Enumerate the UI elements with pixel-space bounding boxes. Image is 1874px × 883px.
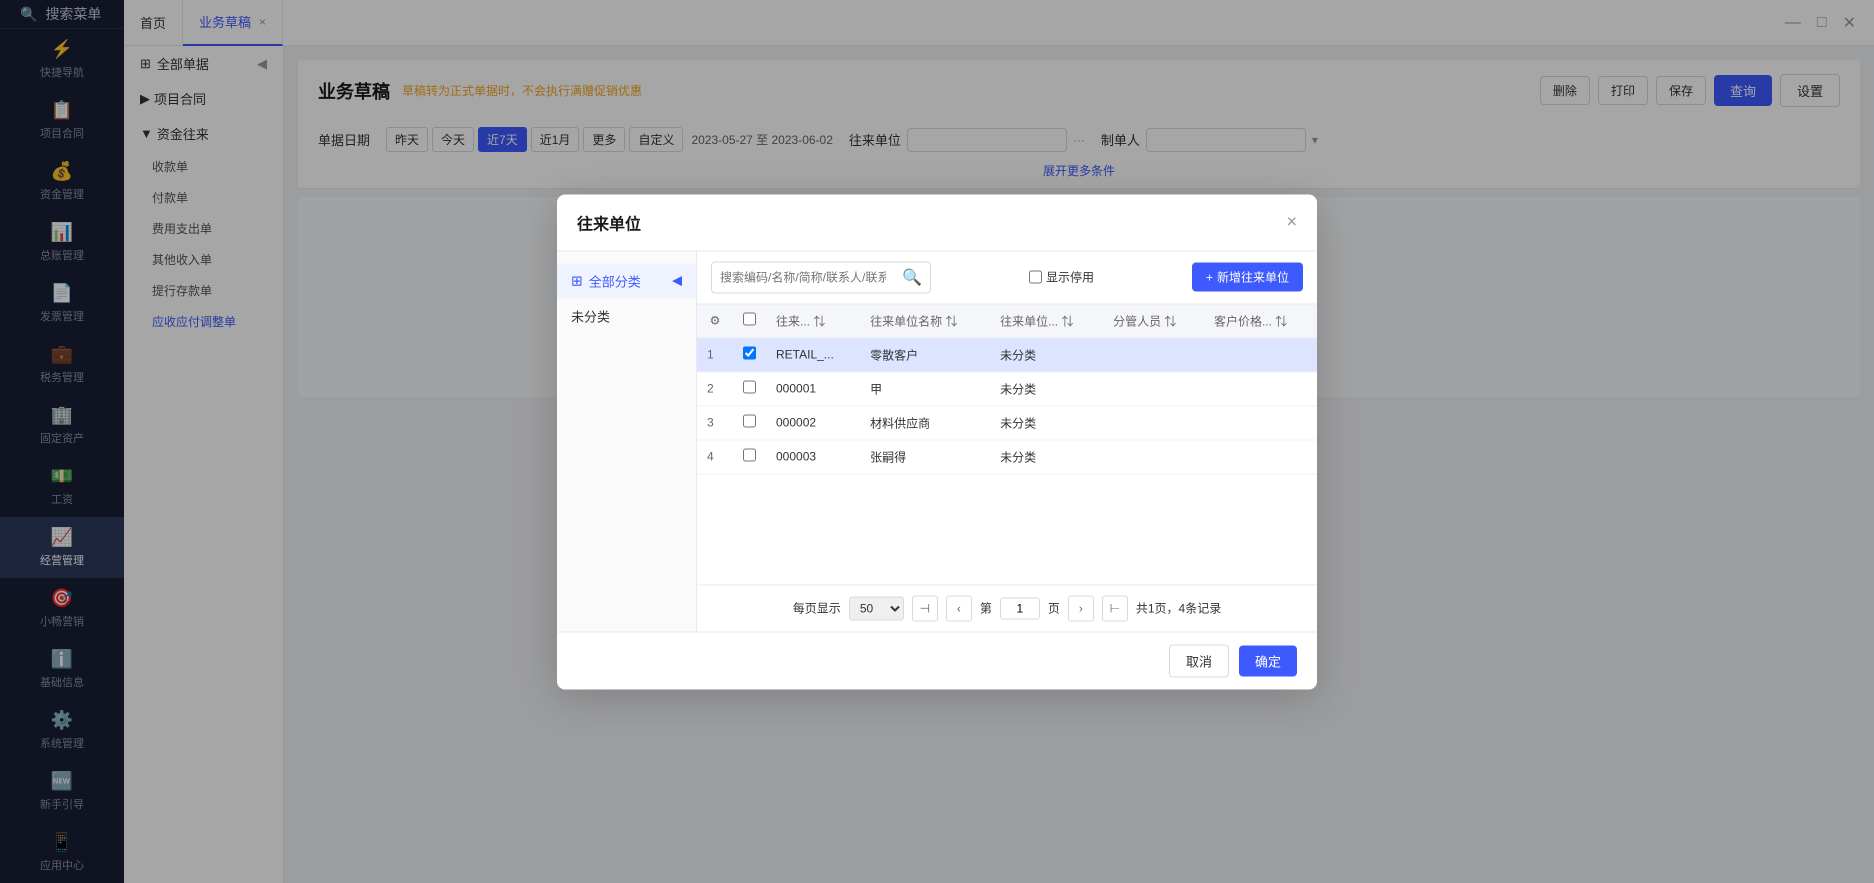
search-box: 🔍 [711,261,931,293]
table-body: 1 RETAIL_... 零散客户 未分类 2 000001 [697,338,1317,474]
row-category: 未分类 [990,338,1103,372]
counterparty-dialog: 往来单位 × ⊞ 全部分类 ◀ 未分类 🔍 显示停用 [557,194,1317,689]
row-num: 4 [697,440,733,474]
row-code: 000001 [766,372,860,406]
row-checkbox[interactable] [743,415,756,428]
page-last-button[interactable]: ⊢ [1102,595,1128,621]
row-price [1204,406,1317,440]
row-num: 3 [697,406,733,440]
add-counterparty-button[interactable]: + 新增往来单位 [1192,263,1303,292]
dialog-header: 往来单位 × [557,194,1317,251]
total-info: 共1页，4条记录 [1136,600,1221,617]
per-page-select[interactable]: 50 100 200 [849,596,904,620]
confirm-button[interactable]: 确定 [1239,645,1297,676]
row-num: 2 [697,372,733,406]
category-all[interactable]: ⊞ 全部分类 ◀ [557,263,696,298]
row-price [1204,372,1317,406]
row-category: 未分类 [990,440,1103,474]
row-name: 张嗣得 [860,440,990,474]
dialog-body: ⊞ 全部分类 ◀ 未分类 🔍 显示停用 + 新增 [557,251,1317,631]
page-prev-button[interactable]: ‹ [946,595,972,621]
page-unit: 页 [1048,600,1060,617]
table-row[interactable]: 2 000001 甲 未分类 [697,372,1317,406]
table-header-row: ⚙ 往来... ⇅ 往来单位名称 ⇅ 往来单位... ⇅ [697,304,1317,338]
cancel-button[interactable]: 取消 [1169,644,1229,677]
search-submit-icon[interactable]: 🔍 [894,262,930,292]
row-price [1204,338,1317,372]
page-number-input[interactable] [1000,597,1040,619]
row-code: RETAIL_... [766,338,860,372]
dialog-footer: 取消 确定 [557,631,1317,689]
page-first-button[interactable]: ⊣ [912,595,938,621]
col-price-header: 客户价格... ⇅ [1204,304,1317,338]
col-check-all[interactable] [733,304,766,338]
row-price [1204,440,1317,474]
counterparty-table: ⚙ 往来... ⇅ 往来单位名称 ⇅ 往来单位... ⇅ [697,304,1317,474]
dialog-category-panel: ⊞ 全部分类 ◀ 未分类 [557,251,697,631]
show-disabled-checkbox[interactable] [1029,271,1042,284]
row-checkbox-cell[interactable] [733,440,766,474]
category-all-label: 全部分类 [589,271,641,290]
col-name-header: 往来单位名称 ⇅ [860,304,990,338]
page-label: 第 [980,600,992,617]
row-manager [1103,372,1204,406]
row-checkbox[interactable] [743,449,756,462]
table-row[interactable]: 1 RETAIL_... 零散客户 未分类 [697,338,1317,372]
dialog-title: 往来单位 [577,210,641,234]
show-disabled-option: 显示停用 [1029,269,1094,286]
row-category: 未分类 [990,372,1103,406]
row-name: 甲 [860,372,990,406]
row-checkbox[interactable] [743,347,756,360]
show-disabled-label: 显示停用 [1046,269,1094,286]
col-category-header: 往来单位... ⇅ [990,304,1103,338]
add-button-label: 新增往来单位 [1217,269,1289,286]
dialog-table: ⚙ 往来... ⇅ 往来单位名称 ⇅ 往来单位... ⇅ [697,304,1317,584]
dialog-right-panel: 🔍 显示停用 + 新增往来单位 ⚙ [697,251,1317,631]
dialog-pagination: 每页显示 50 100 200 ⊣ ‹ 第 页 › ⊢ 共1页，4条记录 [697,584,1317,631]
row-code: 000003 [766,440,860,474]
search-input[interactable] [712,265,894,289]
category-all-icon: ⊞ [571,272,583,289]
table-row[interactable]: 4 000003 张嗣得 未分类 [697,440,1317,474]
add-icon: + [1206,270,1213,284]
row-checkbox-cell[interactable] [733,406,766,440]
row-num: 1 [697,338,733,372]
col-code-header: 往来... ⇅ [766,304,860,338]
row-manager [1103,406,1204,440]
collapse-arrow[interactable]: ◀ [672,273,682,289]
page-next-button[interactable]: › [1068,595,1094,621]
dialog-toolbar: 🔍 显示停用 + 新增往来单位 [697,251,1317,304]
row-manager [1103,338,1204,372]
row-code: 000002 [766,406,860,440]
col-manager-header: 分管人员 ⇅ [1103,304,1204,338]
uncategorized-label: 未分类 [571,306,610,325]
col-setting[interactable]: ⚙ [697,304,733,338]
per-page-label: 每页显示 [793,600,841,617]
row-category: 未分类 [990,406,1103,440]
category-uncategorized[interactable]: 未分类 [557,298,696,333]
row-name: 材料供应商 [860,406,990,440]
row-checkbox-cell[interactable] [733,338,766,372]
row-manager [1103,440,1204,474]
table-row[interactable]: 3 000002 材料供应商 未分类 [697,406,1317,440]
row-name: 零散客户 [860,338,990,372]
row-checkbox-cell[interactable] [733,372,766,406]
row-checkbox[interactable] [743,381,756,394]
check-all-checkbox[interactable] [743,313,756,326]
dialog-close-button[interactable]: × [1286,212,1297,233]
